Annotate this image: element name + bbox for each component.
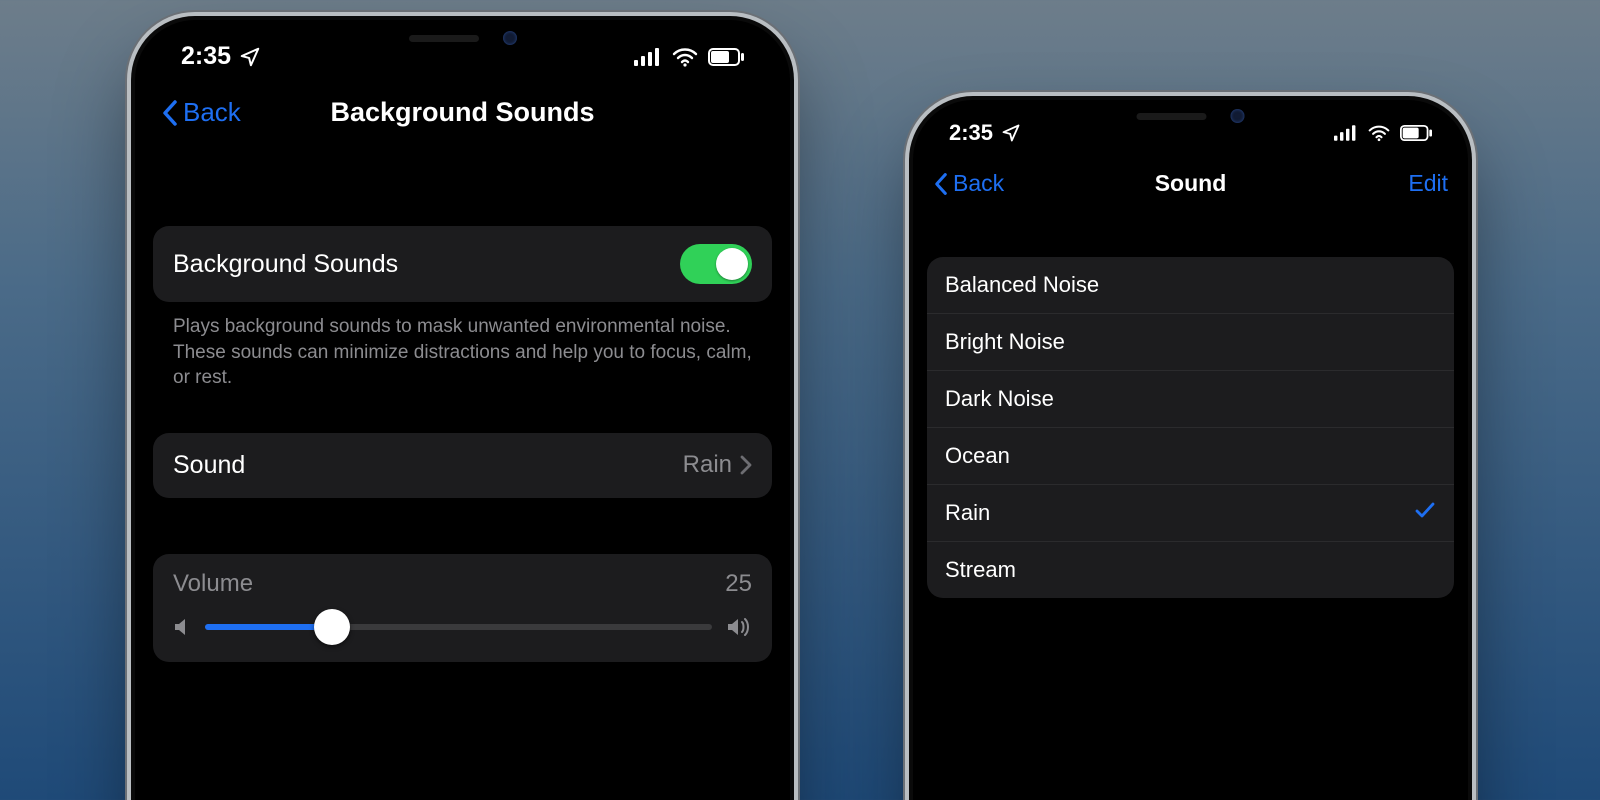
edit-button[interactable]: Edit xyxy=(1408,170,1448,197)
sound-option-label: Balanced Noise xyxy=(945,272,1099,298)
phone-left: 2:35 xyxy=(135,20,790,800)
sound-option[interactable]: Dark Noise xyxy=(927,370,1454,427)
background-sounds-toggle-row[interactable]: Background Sounds xyxy=(153,226,772,302)
status-time: 2:35 xyxy=(181,42,231,71)
nav-bar: Back Background Sounds xyxy=(153,97,772,128)
speaker-high-icon xyxy=(726,616,752,638)
back-label: Back xyxy=(183,97,241,128)
sound-option[interactable]: Balanced Noise xyxy=(927,257,1454,313)
phone-right: 2:35 xyxy=(913,100,1468,800)
sound-option[interactable]: Rain xyxy=(927,484,1454,541)
location-icon xyxy=(1001,123,1021,143)
location-icon xyxy=(239,46,261,68)
page-title: Background Sounds xyxy=(153,97,772,128)
sound-option-label: Rain xyxy=(945,500,990,526)
sound-option-label: Ocean xyxy=(945,443,1010,469)
sound-row[interactable]: Sound Rain xyxy=(153,433,772,498)
speaker-low-icon xyxy=(173,617,191,637)
sound-option[interactable]: Ocean xyxy=(927,427,1454,484)
cellular-icon xyxy=(634,48,662,66)
slider-thumb[interactable] xyxy=(314,609,350,645)
wifi-icon xyxy=(1368,124,1390,142)
cellular-icon xyxy=(1334,125,1358,141)
status-time: 2:35 xyxy=(949,120,993,146)
checkmark-icon xyxy=(1414,500,1436,526)
chevron-left-icon xyxy=(161,99,179,127)
group-volume: Volume 25 xyxy=(153,554,772,662)
chevron-left-icon xyxy=(933,172,949,196)
group-toggle: Background Sounds xyxy=(153,226,772,302)
back-button[interactable]: Back xyxy=(161,97,241,128)
volume-slider[interactable] xyxy=(173,616,752,638)
sound-value: Rain xyxy=(683,451,732,479)
slider-fill xyxy=(205,624,332,630)
group-sound: Sound Rain xyxy=(153,433,772,498)
back-button[interactable]: Back xyxy=(933,170,1004,197)
back-label: Back xyxy=(953,170,1004,197)
footnote-text: Plays background sounds to mask unwanted… xyxy=(153,302,772,391)
sound-options-list: Balanced Noise Bright Noise Dark Noise Ocea… xyxy=(927,257,1454,598)
chevron-right-icon xyxy=(740,455,752,475)
toggle-label: Background Sounds xyxy=(173,250,398,279)
status-bar: 2:35 xyxy=(927,120,1454,146)
wifi-icon xyxy=(672,47,698,67)
sound-option-label: Stream xyxy=(945,557,1016,583)
page-title: Sound xyxy=(927,170,1454,197)
battery-icon xyxy=(708,48,744,66)
toggle-switch[interactable] xyxy=(680,244,752,284)
sound-option-label: Dark Noise xyxy=(945,386,1054,412)
sound-option[interactable]: Bright Noise xyxy=(927,313,1454,370)
battery-icon xyxy=(1400,125,1432,141)
volume-label: Volume xyxy=(173,570,253,598)
sound-option-label: Bright Noise xyxy=(945,329,1065,355)
volume-value: 25 xyxy=(725,570,752,598)
sound-option[interactable]: Stream xyxy=(927,541,1454,598)
status-bar: 2:35 xyxy=(153,42,772,71)
slider-track[interactable] xyxy=(205,624,712,630)
nav-bar: Back Sound Edit xyxy=(927,170,1454,197)
sound-label: Sound xyxy=(173,451,245,480)
